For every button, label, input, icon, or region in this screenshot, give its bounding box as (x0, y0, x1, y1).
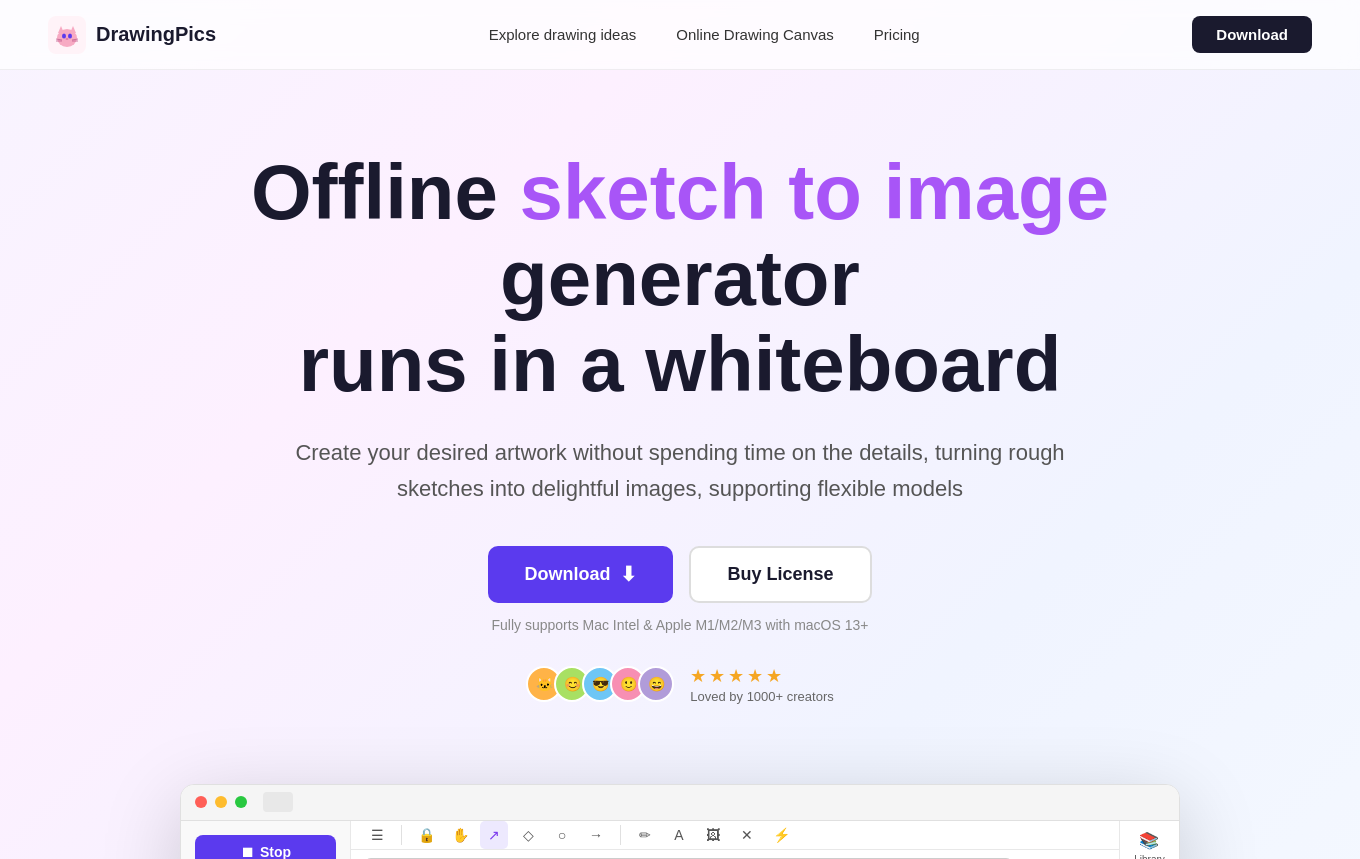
toolbar-circle-icon[interactable]: ○ (548, 821, 576, 849)
app-right-panel: 📚 Library (1119, 821, 1179, 859)
titlebar-close-dot (195, 796, 207, 808)
hero-title-plain: Offline (251, 148, 520, 236)
toolbar-lock-icon[interactable]: 🔒 (412, 821, 440, 849)
hero-download-button[interactable]: Download ⬇ (488, 546, 673, 603)
navbar: DrawingPics Explore drawing ideas Online… (0, 0, 1360, 70)
app-sidebar: ⏹ Stop Mode ⓘ Draw Fast Aa ○ ∿∿∿ (181, 821, 351, 859)
nav-canvas[interactable]: Online Drawing Canvas (676, 26, 834, 43)
hero-subtitle: Create your desired artwork without spen… (290, 435, 1070, 505)
toolbar-sep-1 (401, 825, 402, 845)
toolbar-arrow-icon[interactable]: → (582, 821, 610, 849)
hero-section: Offline sketch to image generator runs i… (0, 70, 1360, 744)
toolbar-select-icon[interactable]: ↗ (480, 821, 508, 849)
svg-point-5 (68, 33, 72, 38)
nav-pricing[interactable]: Pricing (874, 26, 920, 43)
nav-links: Explore drawing ideas Online Drawing Can… (489, 26, 920, 43)
stop-icon: ⏹ (240, 844, 254, 859)
toolbar-pen-icon[interactable]: ✏ (631, 821, 659, 849)
toolbar-hand-icon[interactable]: ✋ (446, 821, 474, 849)
stop-button[interactable]: ⏹ Stop (195, 835, 336, 859)
star-rating: ★ ★ ★ ★ ★ (690, 665, 782, 687)
app-titlebar (181, 785, 1179, 821)
nav-download-button[interactable]: Download (1192, 16, 1312, 53)
prompt-bar: a white cat ⚙ Manual (351, 850, 1119, 859)
titlebar-icon (263, 792, 293, 812)
toolbar-text-icon[interactable]: A (665, 821, 693, 849)
svg-point-6 (66, 38, 69, 40)
stars-loved: ★ ★ ★ ★ ★ Loved by 1000+ creators (690, 665, 833, 704)
titlebar-minimize-dot (215, 796, 227, 808)
download-label: Download (524, 564, 610, 585)
app-body: ⏹ Stop Mode ⓘ Draw Fast Aa ○ ∿∿∿ ☰ (181, 821, 1179, 859)
toolbar-sep-2 (620, 825, 621, 845)
hero-title-line3: runs in a whiteboard (299, 320, 1062, 408)
stop-label: Stop (260, 844, 291, 859)
toolbar-lightning-icon[interactable]: ⚡ (767, 821, 795, 849)
titlebar-maximize-dot (235, 796, 247, 808)
library-icon: 📚 (1139, 831, 1159, 850)
logo-text: DrawingPics (96, 23, 216, 46)
svg-point-4 (62, 33, 66, 38)
social-proof: 🐱 😊 😎 🙂 😄 ★ ★ ★ ★ ★ Loved by 1000+ creat… (40, 665, 1320, 704)
library-button[interactable]: 📚 Library (1134, 831, 1165, 859)
toolbar-image-icon[interactable]: 🖼 (699, 821, 727, 849)
logo[interactable]: DrawingPics (48, 16, 216, 54)
app-screenshot: ⏹ Stop Mode ⓘ Draw Fast Aa ○ ∿∿∿ ☰ (180, 784, 1180, 859)
app-canvas-area: ☰ 🔒 ✋ ↗ ◇ ○ → ✏ A 🖼 ✕ ⚡ a white cat ⚙ (351, 821, 1119, 859)
canvas-toolbar: ☰ 🔒 ✋ ↗ ◇ ○ → ✏ A 🖼 ✕ ⚡ (351, 821, 1119, 850)
star-5: ★ (766, 665, 782, 687)
logo-icon (48, 16, 86, 54)
star-4: ★ (747, 665, 763, 687)
toolbar-menu-icon[interactable]: ☰ (363, 821, 391, 849)
nav-explore[interactable]: Explore drawing ideas (489, 26, 637, 43)
hero-title-line2: generator (500, 234, 860, 322)
hero-title-highlight: sketch to image (520, 148, 1110, 236)
star-2: ★ (709, 665, 725, 687)
toolbar-diamond-icon[interactable]: ◇ (514, 821, 542, 849)
avatar-5: 😄 (638, 666, 674, 702)
avatars: 🐱 😊 😎 🙂 😄 (526, 666, 674, 702)
library-label: Library (1134, 854, 1165, 859)
star-3: ★ (728, 665, 744, 687)
hero-title: Offline sketch to image generator runs i… (40, 150, 1320, 407)
hero-license-button[interactable]: Buy License (689, 546, 871, 603)
loved-text: Loved by 1000+ creators (690, 689, 833, 704)
star-1: ★ (690, 665, 706, 687)
hero-buttons: Download ⬇ Buy License (40, 546, 1320, 603)
download-icon: ⬇ (620, 562, 637, 586)
hero-support-text: Fully supports Mac Intel & Apple M1/M2/M… (40, 617, 1320, 633)
toolbar-eraser-icon[interactable]: ✕ (733, 821, 761, 849)
